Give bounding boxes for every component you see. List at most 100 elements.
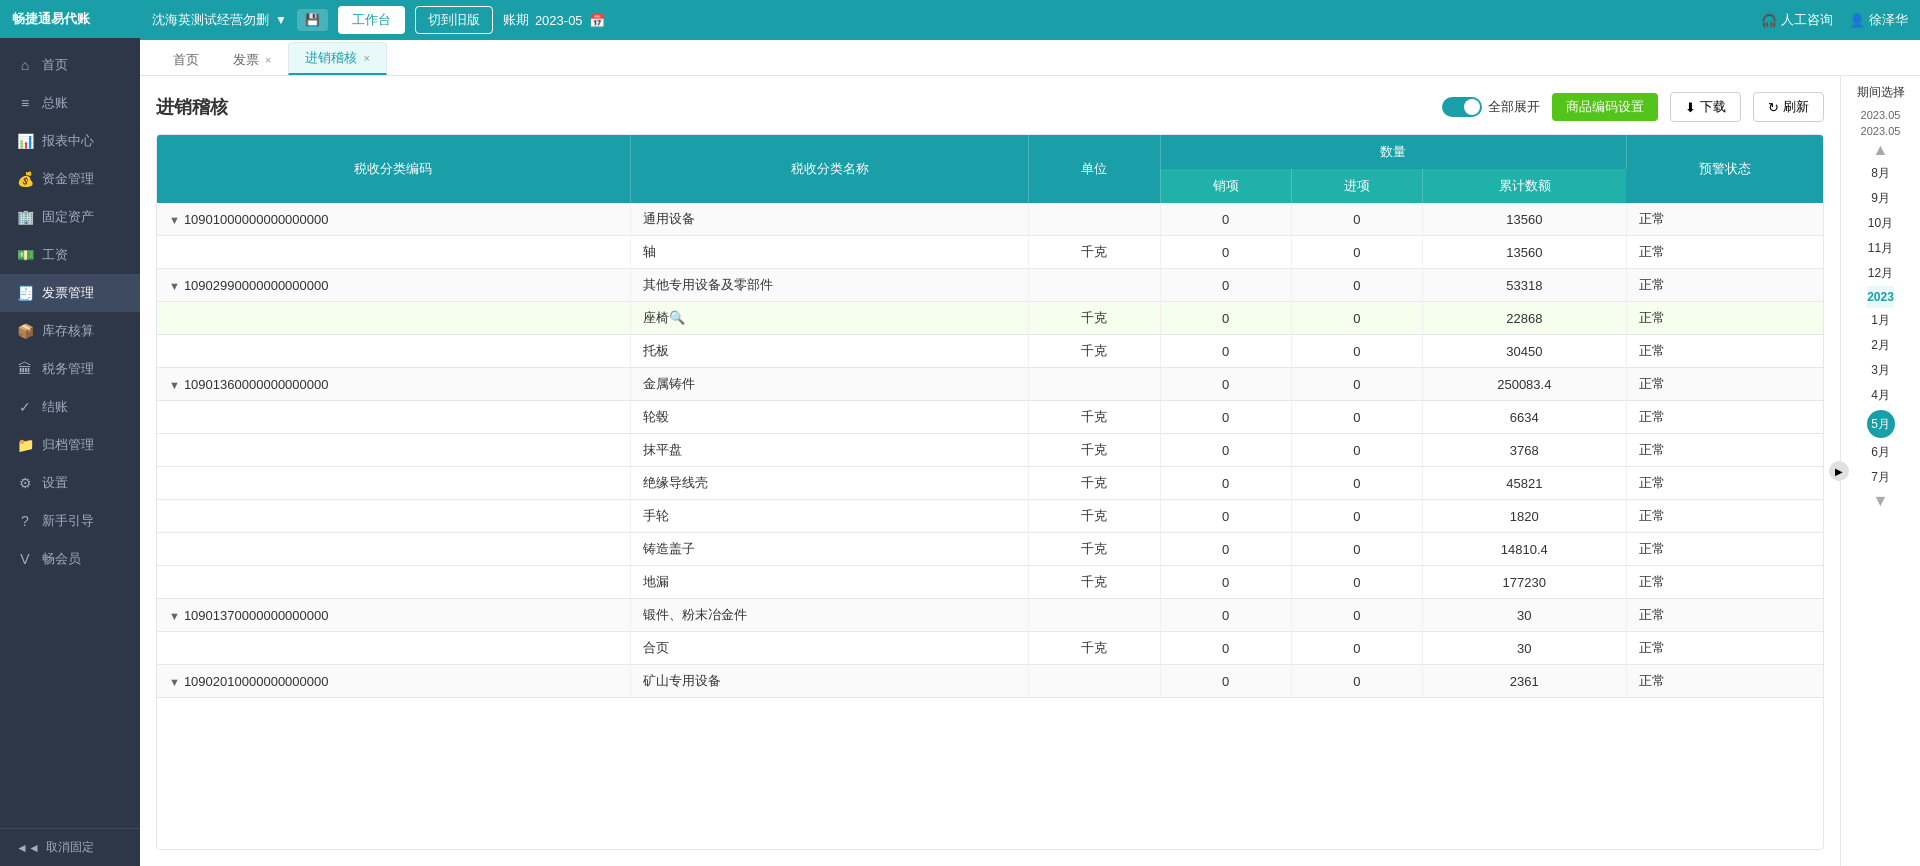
cell-sale-in: 0 [1291, 500, 1422, 533]
period-item-8[interactable]: 8月 [1871, 161, 1890, 186]
sidebar-item-invoice[interactable]: 🧾发票管理 [0, 274, 140, 312]
period-item-1[interactable]: 1月 [1871, 308, 1890, 333]
period-item-10[interactable]: 10月 [1868, 211, 1893, 236]
sidebar-item-member[interactable]: V畅会员 [0, 540, 140, 578]
sidebar-item-inventory[interactable]: 📦库存核算 [0, 312, 140, 350]
period-item-5-active[interactable]: 5月 [1867, 410, 1895, 438]
cell-sale-out: 0 [1160, 533, 1291, 566]
tab-home[interactable]: 首页 [156, 44, 216, 75]
settings-icon: ⚙ [16, 474, 34, 492]
cell-sale-out: 0 [1160, 302, 1291, 335]
main-table: 税收分类编码 税收分类名称 单位 数量 预警状态 销项 进项 累计数额 [157, 135, 1823, 698]
user-menu[interactable]: 👤 徐泽华 [1849, 11, 1908, 29]
toggle-knob [1464, 99, 1480, 115]
download-btn[interactable]: ⬇ 下载 [1670, 92, 1741, 122]
cell-sale-in: 0 [1291, 203, 1422, 236]
topbar: 沈海英测试经营勿删 ▼ 💾 工作台 切到旧版 账期 2023-05 📅 🎧 人工… [140, 0, 1920, 40]
sidebar-item-assets[interactable]: 🏢固定资产 [0, 198, 140, 236]
period-value: 2023-05 [535, 13, 583, 28]
period-item-11[interactable]: 11月 [1868, 236, 1893, 261]
cell-sale-in: 0 [1291, 566, 1422, 599]
table-row: 抹平盘 千克 0 0 3768 正常 [157, 434, 1823, 467]
cell-code: ▼10902990000000000000 [157, 269, 630, 302]
sidebar-item-report[interactable]: 📊报表中心 [0, 122, 140, 160]
cell-total: 250083.4 [1422, 368, 1626, 401]
calendar-icon[interactable]: 📅 [589, 13, 605, 28]
expand-all-toggle[interactable]: 全部展开 [1442, 97, 1540, 117]
consult-label: 人工咨询 [1781, 11, 1833, 29]
period-item-2[interactable]: 2月 [1871, 333, 1890, 358]
sidebar-item-salary[interactable]: 💵工资 [0, 236, 140, 274]
period-item-9[interactable]: 9月 [1871, 186, 1890, 211]
sidebar-item-settings[interactable]: ⚙设置 [0, 464, 140, 502]
inventory-icon: 📦 [16, 322, 34, 340]
cell-sale-out: 0 [1160, 269, 1291, 302]
cell-name: 地漏 [630, 566, 1029, 599]
th-total: 累计数额 [1422, 169, 1626, 203]
tab-close-invoice[interactable]: × [265, 54, 271, 66]
closing-icon: ✓ [16, 398, 34, 416]
cell-code: ▼10902010000000000000 [157, 665, 630, 698]
toggle-switch[interactable] [1442, 97, 1482, 117]
save-draft-button[interactable]: 💾 [297, 9, 328, 31]
period-item-6[interactable]: 6月 [1871, 440, 1890, 465]
cell-name: 其他专用设备及零部件 [630, 269, 1029, 302]
cell-sale-in: 0 [1291, 533, 1422, 566]
cell-sale-in: 0 [1291, 269, 1422, 302]
th-quantity-group: 数量 [1160, 135, 1626, 169]
sidebar-label-ledger: 总账 [42, 94, 68, 112]
period-item-12[interactable]: 12月 [1868, 261, 1893, 286]
period-item-3[interactable]: 3月 [1871, 358, 1890, 383]
refresh-btn[interactable]: ↻ 刷新 [1753, 92, 1824, 122]
sidebar-label-closing: 结账 [42, 398, 68, 416]
product-code-btn[interactable]: 商品编码设置 [1552, 93, 1658, 121]
cell-code [157, 302, 630, 335]
report-icon: 📊 [16, 132, 34, 150]
cell-unit: 千克 [1029, 632, 1160, 665]
sidebar-item-closing[interactable]: ✓ 结账 [0, 388, 140, 426]
cancel-pin-btn[interactable]: ◄◄ 取消固定 [0, 828, 140, 866]
sidebar-item-guide[interactable]: ?新手引导 [0, 502, 140, 540]
period-scroll-up[interactable]: ▲ [1871, 139, 1891, 161]
cell-code [157, 335, 630, 368]
consult-button[interactable]: 🎧 人工咨询 [1761, 11, 1833, 29]
tab-label-check: 进销稽核 [305, 49, 357, 67]
panel-collapse-btn[interactable]: ▶ [1829, 461, 1849, 481]
sidebar-item-tax[interactable]: 🏛税务管理 [0, 350, 140, 388]
year-label-top: 2023.05 [1861, 107, 1901, 123]
expand-icon[interactable]: ▼ [169, 610, 180, 622]
cell-sale-in: 0 [1291, 335, 1422, 368]
table-row: 合页 千克 0 0 30 正常 [157, 632, 1823, 665]
expand-icon[interactable]: ▼ [169, 379, 180, 391]
expand-icon[interactable]: ▼ [169, 214, 180, 226]
sidebar-label-archive: 归档管理 [42, 436, 94, 454]
cell-code [157, 434, 630, 467]
current-year-label: 2023 [1867, 286, 1894, 308]
period-scroll-down[interactable]: ▼ [1871, 490, 1891, 512]
sidebar-item-home[interactable]: ⌂首页 [0, 46, 140, 84]
period-panel-title: 期间选择 [1857, 84, 1905, 101]
cell-unit: 千克 [1029, 533, 1160, 566]
cell-status: 正常 [1626, 599, 1823, 632]
expand-icon[interactable]: ▼ [169, 280, 180, 292]
cell-name: 轴 [630, 236, 1029, 269]
cell-unit [1029, 269, 1160, 302]
cell-unit: 千克 [1029, 467, 1160, 500]
search-icon[interactable]: 🔍 [669, 310, 685, 325]
expand-icon[interactable]: ▼ [169, 676, 180, 688]
sidebar-item-ledger[interactable]: ≡总账 [0, 84, 140, 122]
period-item-4[interactable]: 4月 [1871, 383, 1890, 408]
tab-invoice[interactable]: 发票× [216, 44, 288, 75]
tab-close-check[interactable]: × [363, 52, 369, 64]
sidebar-logo[interactable]: 畅捷通易代账 [0, 0, 140, 38]
period-section-2023-top: 2023.05 2023.05 ▲ 8月 9月 10月 11月 12月 2023… [1841, 107, 1920, 512]
tab-check[interactable]: 进销稽核 × [288, 42, 386, 75]
cell-sale-in: 0 [1291, 401, 1422, 434]
workspace-button[interactable]: 工作台 [338, 6, 405, 34]
sidebar-item-finance[interactable]: 💰资金管理 [0, 160, 140, 198]
sidebar-item-archive[interactable]: 📁归档管理 [0, 426, 140, 464]
company-selector[interactable]: 沈海英测试经营勿删 ▼ [152, 11, 287, 29]
sidebar-label-tax: 税务管理 [42, 360, 94, 378]
period-item-7[interactable]: 7月 [1871, 465, 1890, 490]
switch-version-button[interactable]: 切到旧版 [415, 6, 493, 34]
